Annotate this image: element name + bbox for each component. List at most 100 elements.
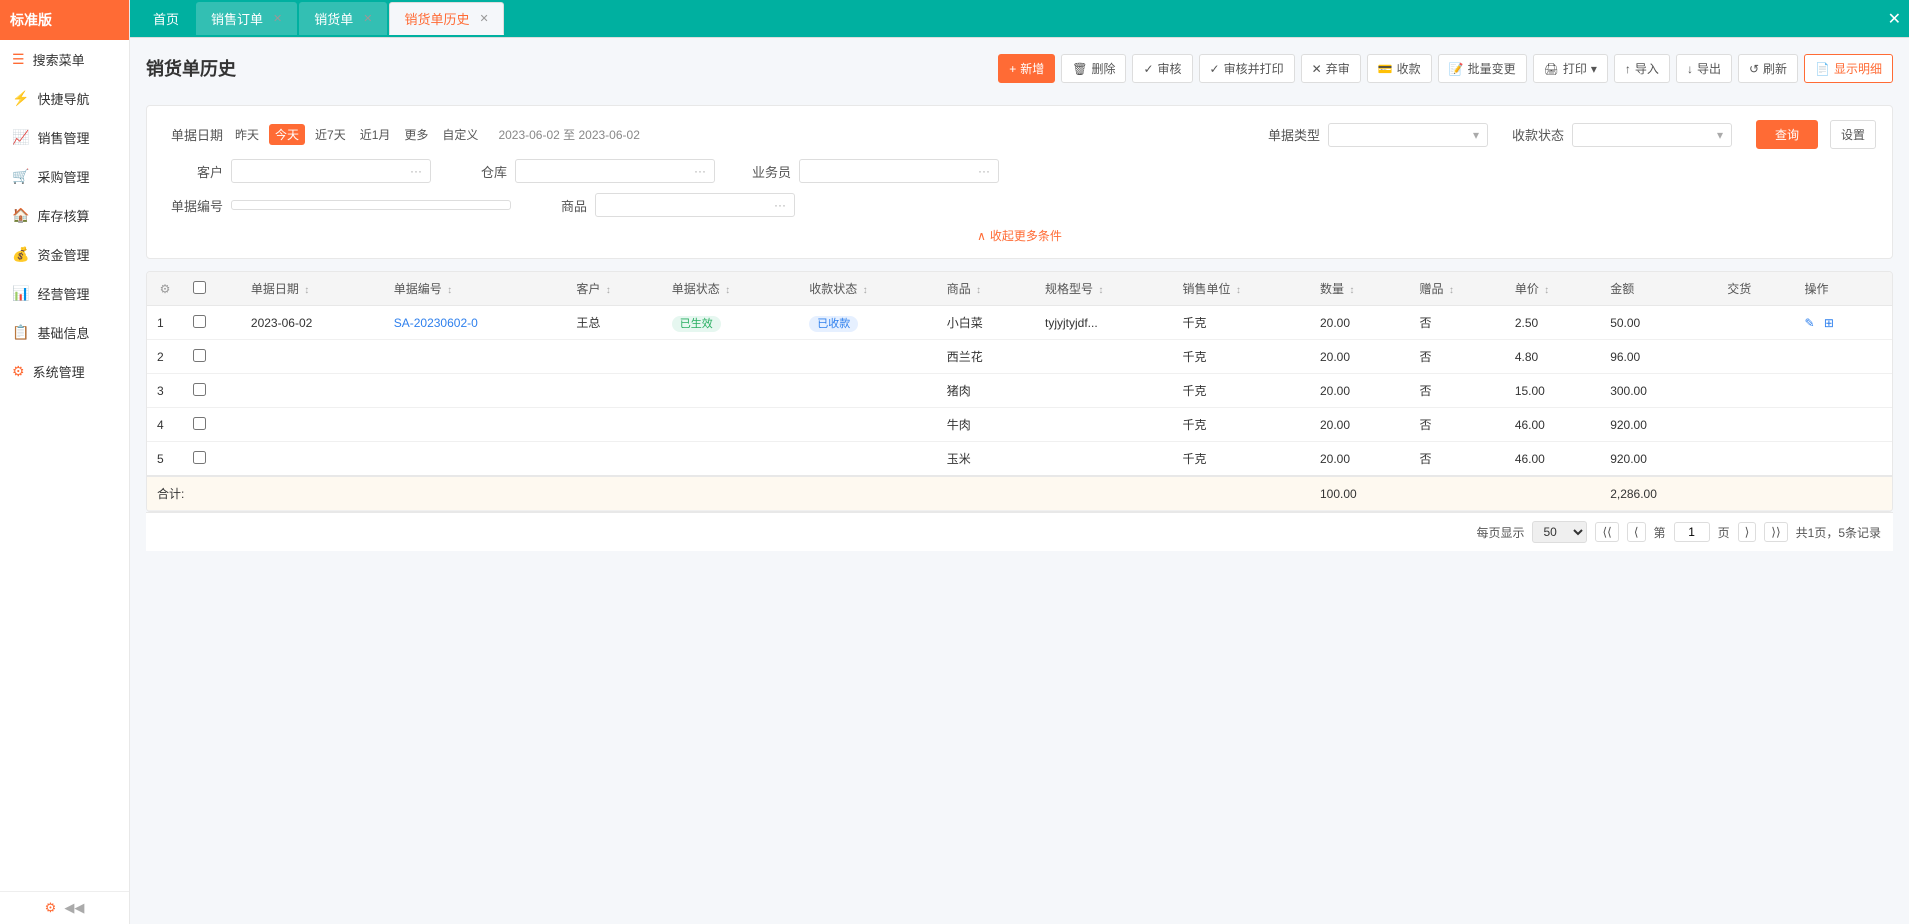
- row-price-2: 4.80: [1505, 340, 1600, 374]
- print-button[interactable]: 🖨 打印 ▾: [1533, 54, 1608, 83]
- tab-sales-order[interactable]: 销售订单 ✕: [196, 2, 297, 35]
- row-amount-5: 920.00: [1600, 442, 1717, 477]
- show-detail-button[interactable]: 📄 显示明细: [1804, 54, 1893, 83]
- date-shortcuts: 昨天 今天 近7天 近1月 更多 自定义: [231, 124, 482, 145]
- payment-status-select[interactable]: ▾: [1572, 123, 1732, 147]
- row-date-2: [241, 340, 384, 374]
- warehouse-input[interactable]: ···: [515, 159, 715, 183]
- page-size-select[interactable]: 10 20 50 100: [1532, 521, 1587, 543]
- sidebar-item-base-info[interactable]: 📋 基础信息: [0, 313, 129, 352]
- tab-close-sales-order[interactable]: ✕: [273, 12, 282, 25]
- row-docstatus-3: [662, 374, 799, 408]
- shortcut-1month[interactable]: 近1月: [356, 124, 395, 145]
- tab-sales-history[interactable]: 销货单历史 ✕: [389, 2, 503, 35]
- page-size-label: 每页显示: [1476, 524, 1524, 541]
- sidebar-item-sales-mgmt[interactable]: 📈 销售管理: [0, 118, 129, 157]
- tab-close-sales-goods[interactable]: ✕: [363, 12, 372, 25]
- row-docno-2: [384, 340, 567, 374]
- table-row: 3 猪肉 千克 20.00 否 15.00 300.00: [147, 374, 1892, 408]
- shortcut-yesterday[interactable]: 昨天: [231, 124, 263, 145]
- col-payment-status: 收款状态 ↕: [799, 272, 936, 306]
- salesperson-input[interactable]: ···: [799, 159, 999, 183]
- collect-button[interactable]: 💳 收款: [1367, 54, 1432, 83]
- footer-empty: [241, 476, 1310, 511]
- first-page-btn[interactable]: ⟨⟨: [1595, 522, 1618, 542]
- add-button[interactable]: + 新增: [998, 54, 1055, 83]
- shortcut-today[interactable]: 今天: [269, 124, 305, 145]
- row-docno-1: SA-20230602-0: [384, 306, 567, 340]
- add-icon: +: [1009, 62, 1016, 76]
- window-close-btn[interactable]: ✕: [1888, 9, 1901, 29]
- shortcut-custom[interactable]: 自定义: [438, 124, 482, 145]
- print-dropdown-icon: ▾: [1591, 62, 1597, 76]
- docno-input[interactable]: [231, 200, 511, 210]
- page-number-input[interactable]: [1674, 522, 1710, 542]
- col-settings[interactable]: ⚙: [147, 272, 183, 306]
- sidebar-item-sys-mgmt[interactable]: ⚙ 系统管理: [0, 352, 129, 391]
- audit-print-button[interactable]: ✓ 审核并打印: [1199, 54, 1295, 83]
- row-action-1: ✎ ⊞: [1795, 306, 1893, 340]
- filter-date-range-item: 2023-06-02 至 2023-06-02: [498, 126, 639, 143]
- sort-icon-goods: ↕: [976, 285, 981, 296]
- collapse-button[interactable]: ∧ 收起更多条件: [163, 227, 1876, 244]
- sidebar-item-quick-nav[interactable]: ⚡ 快捷导航: [0, 79, 129, 118]
- col-doc-no: 单据编号 ↕: [384, 272, 567, 306]
- sidebar-item-search-menu[interactable]: ☰ 搜索菜单: [0, 40, 129, 79]
- row-checkbox-5[interactable]: [193, 451, 206, 464]
- shortcut-7days[interactable]: 近7天: [311, 124, 350, 145]
- row-date-4: [241, 408, 384, 442]
- sales-icon: 📈: [12, 129, 29, 146]
- sidebar-item-ops-mgmt[interactable]: 📊 经营管理: [0, 274, 129, 313]
- tab-close-sales-history[interactable]: ✕: [480, 12, 489, 25]
- sidebar-item-purchase-mgmt[interactable]: 🛒 采购管理: [0, 157, 129, 196]
- row-checkbox-1[interactable]: [193, 315, 206, 328]
- settings-button[interactable]: 设置: [1830, 120, 1876, 149]
- row-gift-1: 否: [1409, 306, 1504, 340]
- export-button[interactable]: ↓ 导出: [1676, 54, 1732, 83]
- audit-button[interactable]: ✓ 审核: [1132, 54, 1192, 83]
- data-table: ⚙ 单据日期 ↕ 单据编号 ↕ 客户 ↕ 单据状态 ↕ 收款状态 ↕ 商品 ↕ …: [147, 272, 1892, 511]
- prev-page-btn[interactable]: ⟨: [1627, 522, 1646, 542]
- import-button[interactable]: ↑ 导入: [1614, 54, 1670, 83]
- payment-status-label: 收款状态: [1504, 125, 1564, 144]
- row-docstatus-4: [662, 408, 799, 442]
- row-num-4: 4: [147, 408, 183, 442]
- col-trade: 交货: [1717, 272, 1794, 306]
- sort-icon-docno: ↕: [447, 285, 452, 296]
- sort-icon-qty: ↕: [1349, 285, 1354, 296]
- sidebar-logo: 标准版: [0, 0, 129, 40]
- finance-icon: 💰: [12, 246, 29, 263]
- select-all-checkbox[interactable]: [193, 281, 206, 294]
- abandon-button[interactable]: ✕ 弃审: [1301, 54, 1361, 83]
- shortcut-more[interactable]: 更多: [400, 124, 432, 145]
- delete-button[interactable]: 🗑 删除: [1061, 54, 1126, 83]
- goods-input[interactable]: ···: [595, 193, 795, 217]
- row-checkbox-4[interactable]: [193, 417, 206, 430]
- last-page-btn[interactable]: ⟩⟩: [1764, 522, 1787, 542]
- customer-input[interactable]: ···: [231, 159, 431, 183]
- tab-home[interactable]: 首页: [138, 2, 194, 35]
- query-button[interactable]: 查询: [1756, 120, 1818, 149]
- sidebar-settings-icon[interactable]: ⚙: [45, 900, 57, 916]
- row-price-4: 46.00: [1505, 408, 1600, 442]
- payment-badge-1: 已收款: [809, 316, 858, 332]
- row-checkbox-3[interactable]: [193, 383, 206, 396]
- doctype-select[interactable]: ▾: [1328, 123, 1488, 147]
- batch-change-button[interactable]: 📝 批量变更: [1438, 54, 1527, 83]
- row-checkbox-2[interactable]: [193, 349, 206, 362]
- edit-btn-1[interactable]: ✎: [1805, 316, 1815, 330]
- docno-link-1[interactable]: SA-20230602-0: [394, 316, 478, 330]
- window-controls: ✕: [1888, 9, 1901, 29]
- table-header-row: ⚙ 单据日期 ↕ 单据编号 ↕ 客户 ↕ 单据状态 ↕ 收款状态 ↕ 商品 ↕ …: [147, 272, 1892, 306]
- sidebar-item-stock-calc[interactable]: 🏠 库存核算: [0, 196, 129, 235]
- view-btn-1[interactable]: ⊞: [1824, 316, 1834, 330]
- row-gift-4: 否: [1409, 408, 1504, 442]
- refresh-button[interactable]: ↺ 刷新: [1738, 54, 1798, 83]
- sidebar-item-finance-mgmt[interactable]: 💰 资金管理: [0, 235, 129, 274]
- next-page-btn[interactable]: ⟩: [1738, 522, 1757, 542]
- row-qty-3: 20.00: [1310, 374, 1410, 408]
- total-records-text: 共1页，5条记录: [1796, 524, 1881, 541]
- sidebar-collapse-icon[interactable]: ◀◀: [64, 900, 84, 916]
- col-amount: 金额: [1600, 272, 1717, 306]
- tab-sales-goods[interactable]: 销货单 ✕: [299, 2, 387, 35]
